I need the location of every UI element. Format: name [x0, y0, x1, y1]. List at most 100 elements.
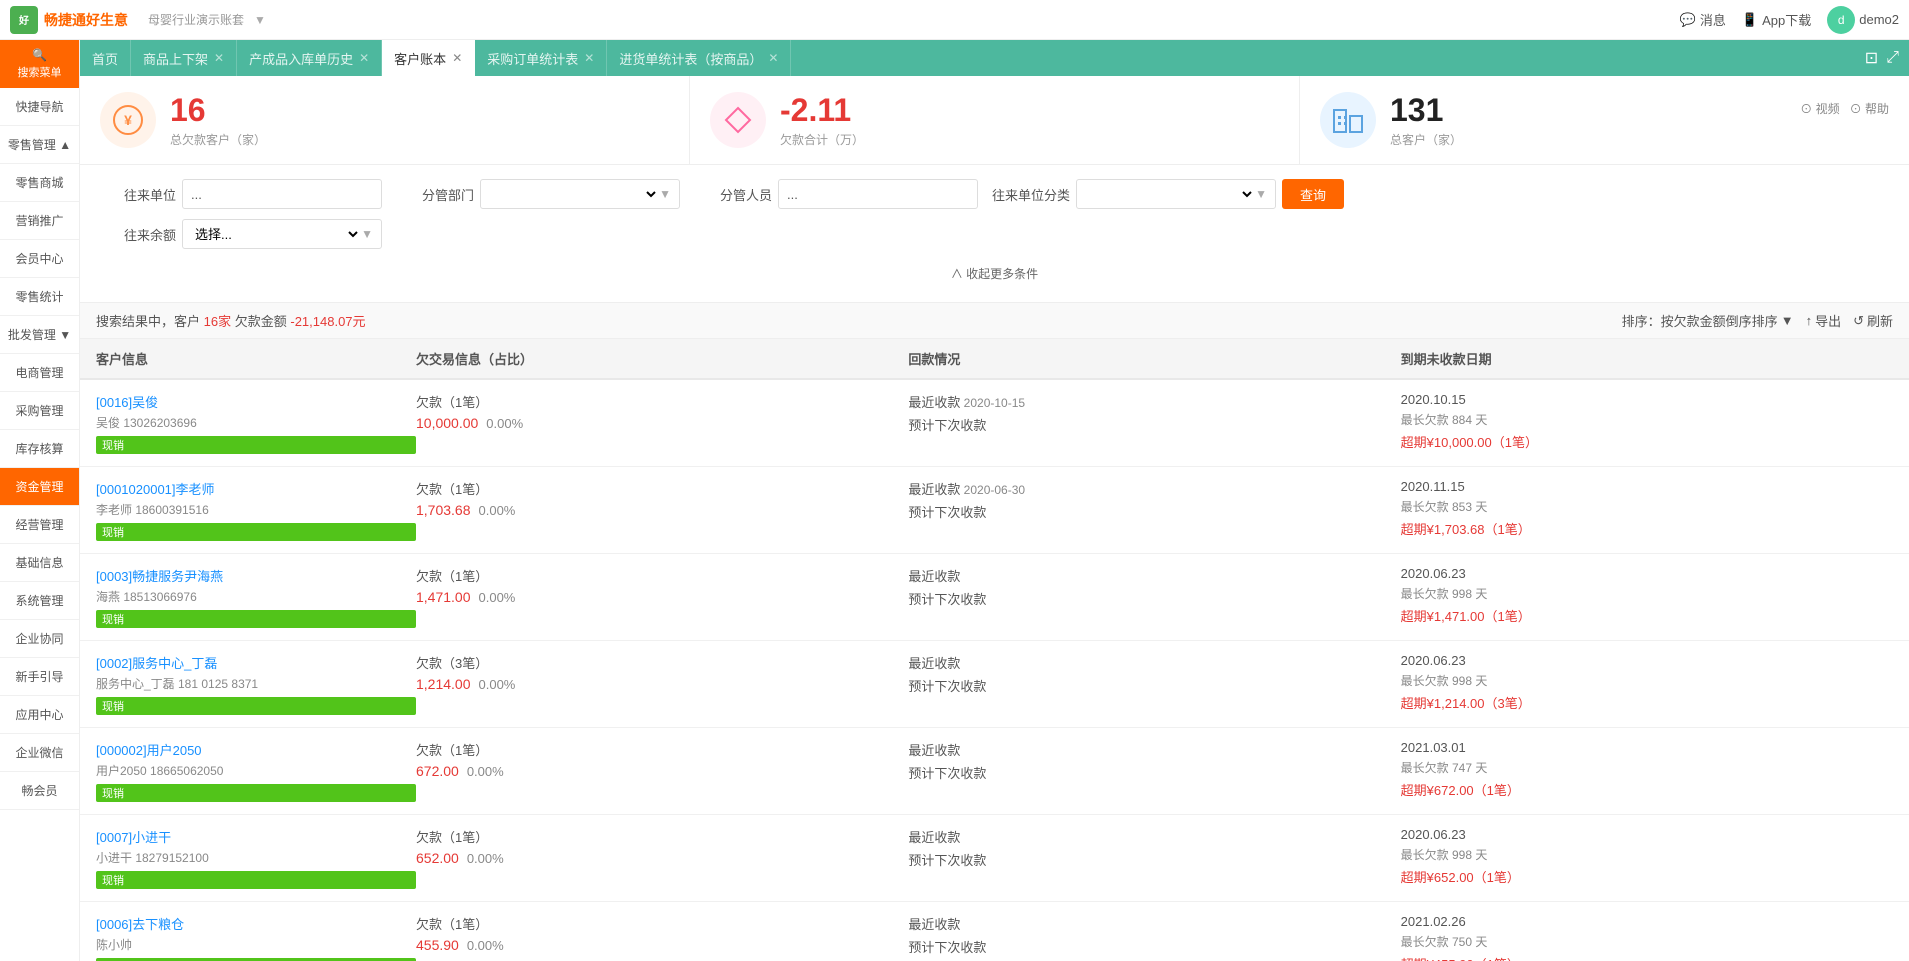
unit-class-select-input[interactable]	[1085, 186, 1255, 203]
user-avatar[interactable]: d demo2	[1827, 6, 1899, 34]
customer-name-link-1[interactable]: [0016]吴俊	[96, 392, 416, 411]
tab-purchase-stats[interactable]: 采购订单统计表 ✕	[475, 40, 607, 76]
customer-name-link-4[interactable]: [0002]服务中心_丁磊	[96, 653, 416, 672]
debt-pct-4: 0.00%	[479, 677, 516, 692]
debt-amount-4: 1,214.00	[416, 676, 471, 692]
next-label-3: 预计下次收款	[908, 589, 1400, 608]
message-btn[interactable]: 💬 消息	[1680, 10, 1726, 29]
overdue-amount-1[interactable]: 超期¥10,000.00（1笔）	[1401, 432, 1893, 451]
sidebar-item-basic[interactable]: 基础信息	[0, 544, 79, 582]
debt-info-2: 欠款（1笔） 1,703.680.00%	[416, 479, 908, 518]
stat-total-debt: -2.11 欠款合计（万）	[690, 76, 1300, 164]
overdue-amount-6[interactable]: 超期¥652.00（1笔）	[1401, 867, 1893, 886]
customer-name-link-7[interactable]: [0006]去下粮仓	[96, 914, 416, 933]
sidebar-item-stock[interactable]: 库存核算	[0, 430, 79, 468]
unit-class-select[interactable]: ▼	[1076, 179, 1276, 209]
tab-product-shelf[interactable]: 商品上下架 ✕	[131, 40, 237, 76]
tab-fullscreen-icon[interactable]: ⤢	[1886, 49, 1899, 67]
app-download-btn[interactable]: 📱 App下载	[1742, 10, 1811, 29]
refresh-btn[interactable]: ↺ 刷新	[1853, 311, 1893, 330]
result-info: 搜索结果中，客户 16家 欠款金额 -21,148.07元	[96, 311, 366, 330]
sort-chevron-icon: ▼	[1781, 313, 1794, 328]
debt-count-7: 欠款（1笔）	[416, 914, 908, 933]
dept-label: 分管部门	[394, 185, 474, 204]
sidebar-item-quick-nav[interactable]: 快捷导航	[0, 88, 79, 126]
stat3-value: 131	[1390, 92, 1462, 129]
tab-home[interactable]: 首页	[80, 40, 131, 76]
next-label-7: 预计下次收款	[908, 937, 1400, 956]
collection-info-2: 最近收款 2020-06-30 预计下次收款	[908, 479, 1400, 521]
tab-close-icon[interactable]: ✕	[359, 51, 369, 65]
customer-name-link-6[interactable]: [0007]小进干	[96, 827, 416, 846]
col-debt-info: 欠交易信息（占比）	[416, 349, 908, 368]
debt-pct-3: 0.00%	[479, 590, 516, 605]
search-button[interactable]: 查询	[1282, 179, 1344, 209]
stats-bar: ¥ 16 总欠款客户（家） -2.11 欠款合计（万）	[80, 76, 1909, 165]
view-video-btn[interactable]: ⊙ 视频	[1800, 100, 1839, 117]
overdue-amount-2[interactable]: 超期¥1,703.68（1笔）	[1401, 519, 1893, 538]
tab-expand-icon[interactable]: ⊡	[1865, 48, 1878, 68]
overdue-info-4: 2020.06.23 最长欠款 998 天 超期¥1,214.00（3笔）	[1401, 653, 1893, 712]
table-row: [0003]畅捷服务尹海燕 海燕 18513066976 现销 欠款（1笔） 1…	[80, 554, 1909, 641]
overdue-amount-7[interactable]: 超期¥455.90（1笔）	[1401, 954, 1893, 961]
source-unit-input[interactable]: ...	[182, 179, 382, 209]
overdue-days-4: 最长欠款 998 天	[1401, 672, 1893, 689]
customer-name-link-2[interactable]: [0001020001]李老师	[96, 479, 416, 498]
tab-close-icon[interactable]: ✕	[768, 51, 778, 65]
tab-close-icon[interactable]: ✕	[214, 51, 224, 65]
collection-info-6: 最近收款 预计下次收款	[908, 827, 1400, 869]
debt-pct-5: 0.00%	[467, 764, 504, 779]
overdue-days-5: 最长欠款 747 天	[1401, 759, 1893, 776]
tab-close-icon[interactable]: ✕	[452, 51, 462, 65]
result-bar: 搜索结果中，客户 16家 欠款金额 -21,148.07元 排序：按欠款金额倒序…	[80, 303, 1909, 339]
customer-tag-3: 现销	[96, 610, 416, 628]
refresh-icon: ↺	[1853, 313, 1864, 329]
sidebar-item-wechat[interactable]: 企业微信	[0, 734, 79, 772]
sidebar-item-member2[interactable]: 畅会员	[0, 772, 79, 810]
export-btn[interactable]: ↑ 导出	[1806, 311, 1842, 330]
stat-icon-money: ¥	[100, 92, 156, 148]
customer-name-link-5[interactable]: [000002]用户2050	[96, 740, 416, 759]
sidebar-item-operation[interactable]: 经营管理	[0, 506, 79, 544]
top-bar-right: 💬 消息 📱 App下载 d demo2	[1680, 6, 1899, 34]
sidebar-item-retail-stats[interactable]: 零售统计	[0, 278, 79, 316]
sidebar-item-ecommerce[interactable]: 电商管理	[0, 354, 79, 392]
recent-label-7: 最近收款	[908, 914, 1400, 933]
dept-select-input[interactable]	[489, 186, 659, 203]
sidebar-item-retail-mall[interactable]: 零售商城	[0, 164, 79, 202]
tab-product-history[interactable]: 产成品入库单历史 ✕	[237, 40, 382, 76]
sidebar-item-marketing[interactable]: 营销推广	[0, 202, 79, 240]
balance-select[interactable]: 选择... ▼	[182, 219, 382, 249]
collapse-btn[interactable]: ∧ 收起更多条件	[96, 259, 1893, 288]
stat-icon-building	[1320, 92, 1376, 148]
dept-select[interactable]: ▼	[480, 179, 680, 209]
tab-close-icon[interactable]: ✕	[584, 51, 594, 65]
sidebar-item-batch-mgmt[interactable]: 批发管理 ▼	[0, 316, 79, 354]
sidebar-item-guide[interactable]: 新手引导	[0, 658, 79, 696]
debt-amount-7: 455.90	[416, 937, 459, 953]
sidebar-item-finance[interactable]: 资金管理	[0, 468, 79, 506]
debt-info-1: 欠款（1笔） 10,000.000.00%	[416, 392, 908, 431]
tab-stock-stats[interactable]: 进货单统计表（按商品） ✕	[607, 40, 791, 76]
sidebar-item-enterprise[interactable]: 企业协同	[0, 620, 79, 658]
sidebar-item-app-center[interactable]: 应用中心	[0, 696, 79, 734]
overdue-amount-3[interactable]: 超期¥1,471.00（1笔）	[1401, 606, 1893, 625]
sidebar-search[interactable]: 🔍 搜索菜单	[0, 40, 79, 88]
sidebar-item-system[interactable]: 系统管理	[0, 582, 79, 620]
filter-source-unit: 往来单位 ...	[96, 179, 382, 209]
help-btn[interactable]: ⊙ 帮助	[1850, 100, 1889, 117]
sidebar-item-member[interactable]: 会员中心	[0, 240, 79, 278]
overdue-amount-4[interactable]: 超期¥1,214.00（3笔）	[1401, 693, 1893, 712]
filter-area: 往来单位 ... 分管部门 ▼	[80, 165, 1909, 303]
overdue-amount-5[interactable]: 超期¥672.00（1笔）	[1401, 780, 1893, 799]
tab-customer-account[interactable]: 客户账本 ✕	[382, 40, 475, 76]
sidebar-item-retail-mgmt[interactable]: 零售管理 ▲	[0, 126, 79, 164]
balance-select-input[interactable]: 选择...	[191, 226, 361, 243]
person-input[interactable]: ...	[778, 179, 978, 209]
stat-icon-diamond	[710, 92, 766, 148]
store-expand-icon[interactable]: ▼	[254, 13, 266, 27]
table-row: [0002]服务中心_丁磊 服务中心_丁磊 181 0125 8371 现销 欠…	[80, 641, 1909, 728]
customer-info-4: [0002]服务中心_丁磊 服务中心_丁磊 181 0125 8371 现销	[96, 653, 416, 715]
sidebar-item-purchase[interactable]: 采购管理	[0, 392, 79, 430]
customer-name-link-3[interactable]: [0003]畅捷服务尹海燕	[96, 566, 416, 585]
